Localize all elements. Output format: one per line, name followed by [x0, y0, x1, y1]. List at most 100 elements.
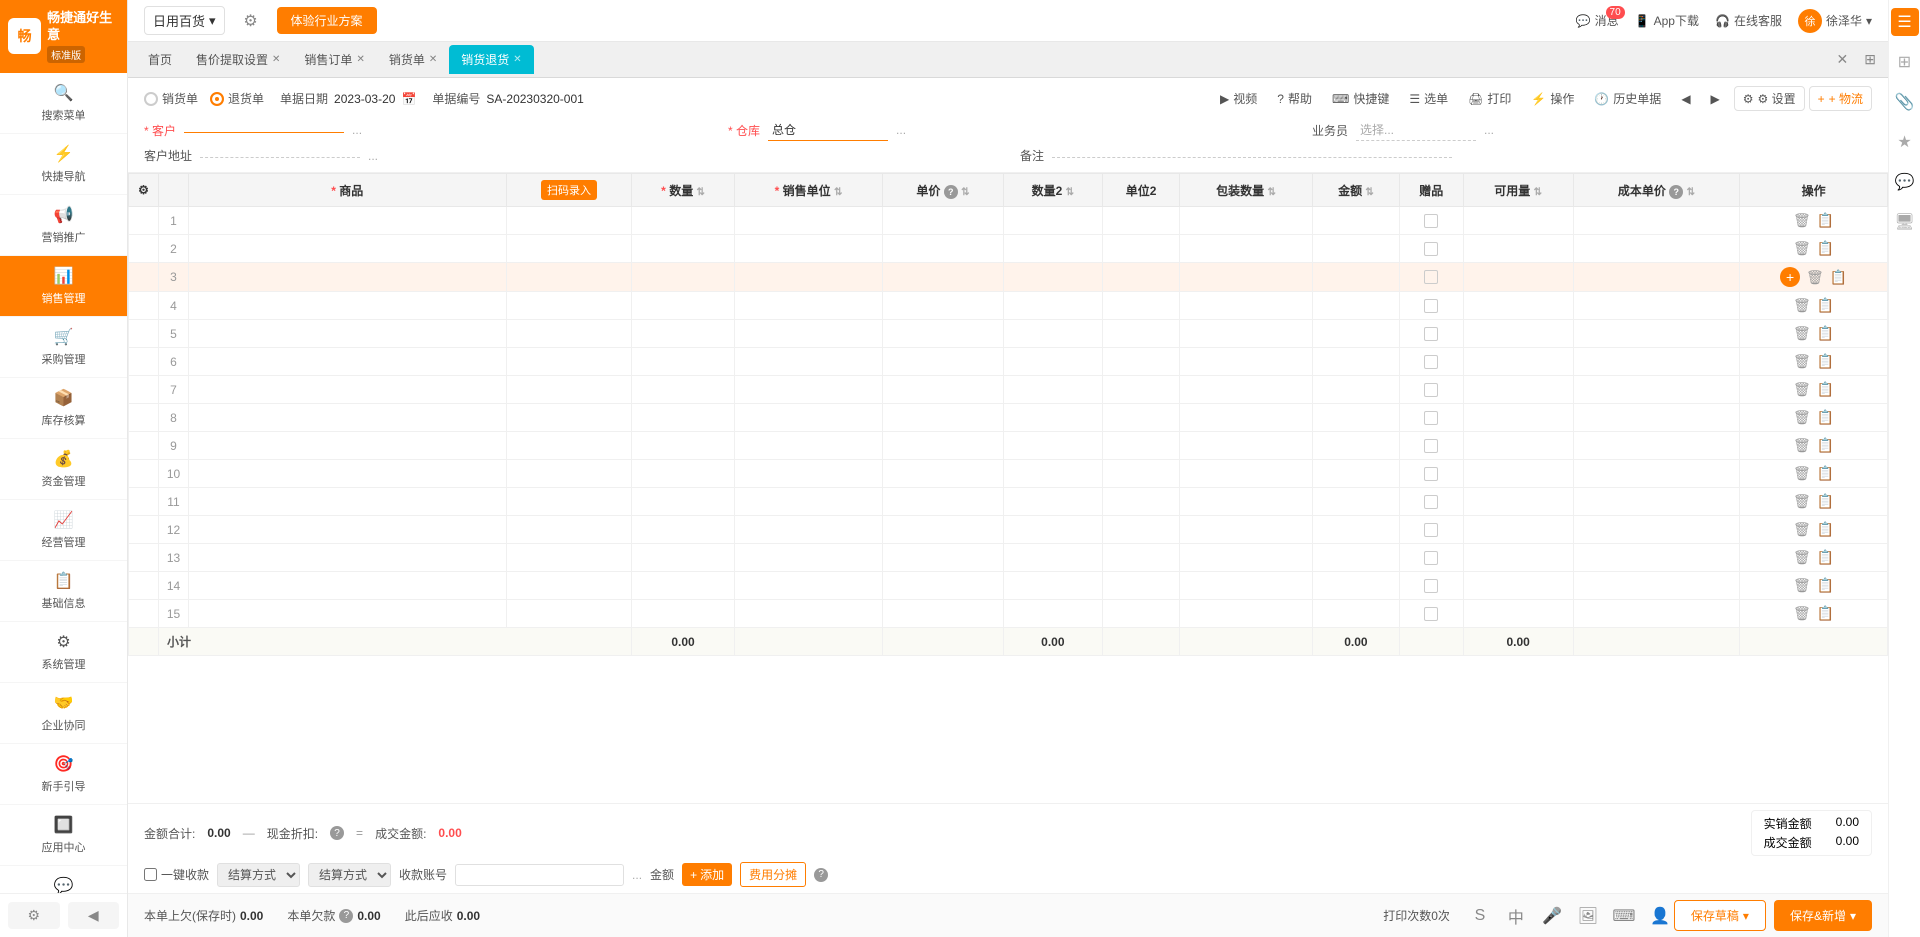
- row-available-cell[interactable]: [1463, 516, 1573, 544]
- row-qty2-cell[interactable]: [1003, 376, 1103, 404]
- account-dots[interactable]: ...: [632, 868, 642, 882]
- row-amount-cell[interactable]: [1313, 263, 1400, 292]
- row-cost-price-cell[interactable]: [1573, 235, 1740, 263]
- row-qty-cell[interactable]: [632, 292, 734, 320]
- right-panel-star-icon[interactable]: ★: [1891, 128, 1919, 156]
- app-download-button[interactable]: 📱 App下载: [1635, 12, 1699, 29]
- row-unit-price-cell[interactable]: [883, 516, 1003, 544]
- row-sale-unit-cell[interactable]: [734, 516, 883, 544]
- sidebar-item-search[interactable]: 🔍 搜索菜单: [0, 73, 127, 134]
- row-amount-cell[interactable]: [1313, 460, 1400, 488]
- row-available-cell[interactable]: [1463, 544, 1573, 572]
- salesperson-dots[interactable]: ...: [1484, 123, 1494, 137]
- gift-checkbox[interactable]: [1424, 242, 1438, 256]
- row-cost-price-cell[interactable]: [1573, 292, 1740, 320]
- row-qty-cell[interactable]: [632, 320, 734, 348]
- th-settings[interactable]: ⚙: [129, 174, 159, 207]
- row-unit2-cell[interactable]: [1103, 572, 1180, 600]
- trial-button[interactable]: 体验行业方案: [277, 7, 377, 34]
- row-product-cell[interactable]: [189, 348, 507, 376]
- row-product-cell[interactable]: [189, 572, 507, 600]
- fee-split-button[interactable]: 费用分摊: [740, 862, 806, 887]
- gift-checkbox[interactable]: [1424, 270, 1438, 284]
- sidebar-item-inventory[interactable]: 📦 库存核算: [0, 378, 127, 439]
- tab-sales-order[interactable]: 销售订单 ✕: [292, 45, 376, 74]
- copy-row-button[interactable]: 📋: [1817, 493, 1834, 510]
- topbar-industry-dropdown[interactable]: 日用百货 ▾: [144, 6, 225, 35]
- row-qty-cell[interactable]: [632, 516, 734, 544]
- row-qty-cell[interactable]: [632, 572, 734, 600]
- row-gift-cell[interactable]: [1399, 292, 1463, 320]
- delete-row-button[interactable]: 🗑: [1793, 325, 1811, 342]
- print-button[interactable]: 🖨 打印: [1462, 87, 1517, 110]
- delete-row-button[interactable]: 🗑: [1793, 549, 1811, 566]
- row-gift-cell[interactable]: [1399, 207, 1463, 235]
- row-product-cell[interactable]: [189, 292, 507, 320]
- row-pack-qty-cell[interactable]: [1179, 235, 1312, 263]
- row-amount-cell[interactable]: [1313, 235, 1400, 263]
- row-sale-unit-cell[interactable]: [734, 572, 883, 600]
- copy-row-button[interactable]: 📋: [1817, 549, 1834, 566]
- row-product-cell[interactable]: [189, 376, 507, 404]
- row-unit2-cell[interactable]: [1103, 404, 1180, 432]
- row-sale-unit-cell[interactable]: [734, 348, 883, 376]
- row-pack-qty-cell[interactable]: [1179, 292, 1312, 320]
- delete-row-button[interactable]: 🗑: [1793, 353, 1811, 370]
- row-available-cell[interactable]: [1463, 460, 1573, 488]
- row-qty-cell[interactable]: [632, 544, 734, 572]
- row-unit-price-cell[interactable]: [883, 488, 1003, 516]
- row-qty-cell[interactable]: [632, 488, 734, 516]
- gift-checkbox[interactable]: [1424, 607, 1438, 621]
- row-product-cell[interactable]: [189, 516, 507, 544]
- sidebar-item-guide[interactable]: 🎯 新手引导: [0, 744, 127, 805]
- row-sale-unit-cell[interactable]: [734, 263, 883, 292]
- customer-dots[interactable]: ...: [352, 123, 362, 137]
- sidebar-item-purchase[interactable]: 🛒 采购管理: [0, 317, 127, 378]
- row-unit-price-cell[interactable]: [883, 572, 1003, 600]
- row-qty2-cell[interactable]: [1003, 432, 1103, 460]
- row-unit-price-cell[interactable]: [883, 432, 1003, 460]
- row-qty2-cell[interactable]: [1003, 572, 1103, 600]
- row-product-cell[interactable]: [189, 263, 507, 292]
- row-product-cell[interactable]: [189, 404, 507, 432]
- row-available-cell[interactable]: [1463, 432, 1573, 460]
- row-available-cell[interactable]: [1463, 292, 1573, 320]
- calc-select[interactable]: 结算方式: [308, 863, 391, 887]
- row-pack-qty-cell[interactable]: [1179, 516, 1312, 544]
- row-product-cell[interactable]: [189, 432, 507, 460]
- online-service-button[interactable]: 🎧 在线客服: [1715, 12, 1782, 29]
- row-amount-cell[interactable]: [1313, 488, 1400, 516]
- row-sale-unit-cell[interactable]: [734, 235, 883, 263]
- row-unit2-cell[interactable]: [1103, 263, 1180, 292]
- copy-row-button[interactable]: 📋: [1817, 465, 1834, 482]
- row-sale-unit-cell[interactable]: [734, 320, 883, 348]
- right-panel-chat-icon[interactable]: 💬: [1891, 168, 1919, 196]
- unit-price-sort-icon[interactable]: ⇅: [961, 187, 969, 198]
- right-panel-screen-icon[interactable]: 🖥: [1891, 208, 1919, 236]
- sidebar-collapse-btn[interactable]: ◀: [68, 902, 120, 929]
- gift-checkbox[interactable]: [1424, 495, 1438, 509]
- row-qty2-cell[interactable]: [1003, 516, 1103, 544]
- product-input[interactable]: [193, 270, 502, 284]
- row-unit2-cell[interactable]: [1103, 460, 1180, 488]
- row-pack-qty-cell[interactable]: [1179, 207, 1312, 235]
- row-unit2-cell[interactable]: [1103, 348, 1180, 376]
- nav-next-button[interactable]: ▶: [1705, 89, 1726, 109]
- debt-circle-icon[interactable]: ?: [339, 909, 353, 923]
- nav-prev-button[interactable]: ◀: [1675, 89, 1696, 109]
- row-available-cell[interactable]: [1463, 235, 1573, 263]
- qty2-sort-icon[interactable]: ⇅: [1066, 187, 1074, 198]
- row-sale-unit-cell[interactable]: [734, 207, 883, 235]
- delete-row-button[interactable]: 🗑: [1793, 297, 1811, 314]
- delete-row-button[interactable]: 🗑: [1793, 577, 1811, 594]
- row-unit-price-cell[interactable]: [883, 376, 1003, 404]
- row-product-cell[interactable]: [189, 235, 507, 263]
- row-unit2-cell[interactable]: [1103, 516, 1180, 544]
- row-pack-qty-cell[interactable]: [1179, 460, 1312, 488]
- toolbar-icon-s[interactable]: S: [1466, 902, 1494, 930]
- account-input[interactable]: [455, 864, 624, 886]
- row-cost-price-cell[interactable]: [1573, 544, 1740, 572]
- tab-close-icon[interactable]: ✕: [429, 54, 437, 65]
- copy-row-button[interactable]: 📋: [1817, 212, 1834, 229]
- copy-row-button[interactable]: 📋: [1830, 269, 1847, 286]
